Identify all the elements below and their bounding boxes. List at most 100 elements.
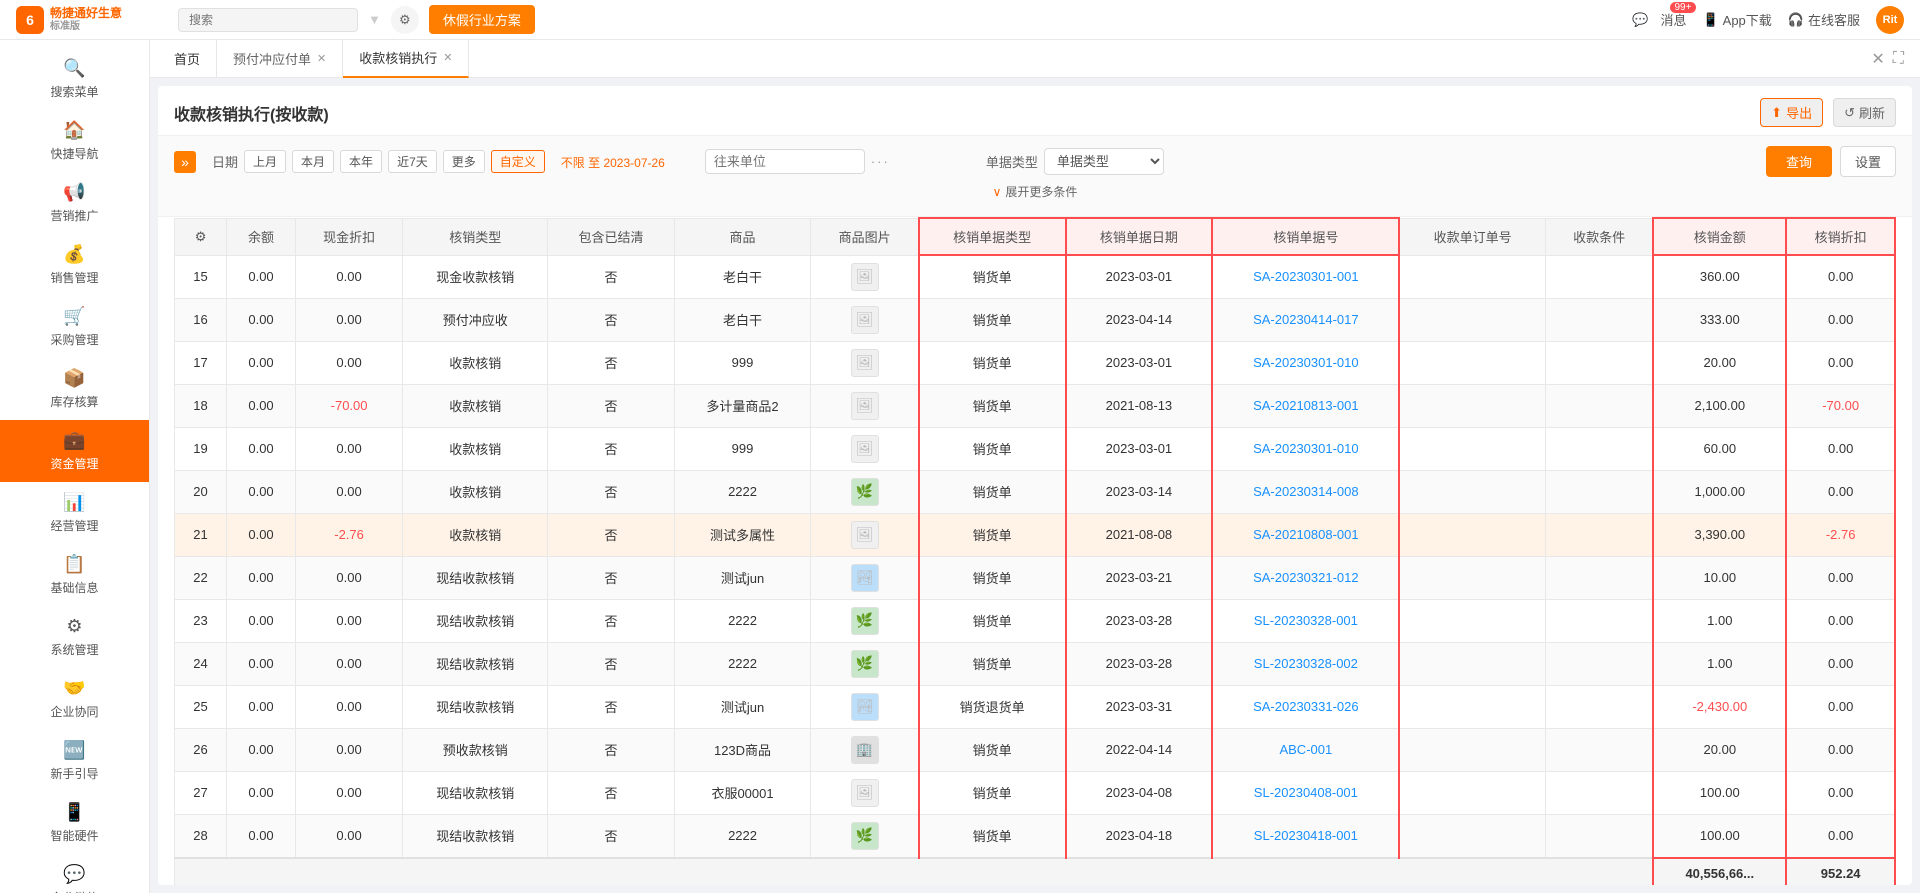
cell-bill-type: 销货单: [919, 427, 1066, 470]
sidebar-item-hardware[interactable]: 📱 智能硬件: [0, 792, 149, 854]
cell-goods-img: 🖼: [811, 427, 919, 470]
table-row: 26 0.00 0.00 预收款核销 否 123D商品 🏢 销货单 2022-0…: [175, 728, 1896, 771]
sidebar-item-base[interactable]: 📋 基础信息: [0, 544, 149, 606]
cell-writeoff-type: 预付冲应收: [403, 298, 548, 341]
sidebar-item-purchase[interactable]: 🛒 采购管理: [0, 296, 149, 358]
cell-cash-discount: 0.00: [296, 771, 403, 814]
gear-button[interactable]: ⚙: [391, 6, 419, 34]
cell-balance: 0.00: [227, 384, 296, 427]
close-window-icon[interactable]: ✕: [1871, 49, 1884, 69]
sidebar-item-wechat[interactable]: 💬 企业微信: [0, 854, 149, 893]
date-btn-last-month[interactable]: 上月: [244, 150, 286, 173]
sidebar-icon-purchase: 🛒: [63, 306, 85, 327]
sidebar-icon-search: 🔍: [63, 58, 85, 79]
goods-img: 🖼: [851, 435, 879, 463]
cell-cash-discount: -70.00: [296, 384, 403, 427]
cell-bill-no: SA-20210808-001: [1212, 513, 1399, 556]
sidebar-item-marketing[interactable]: 📢 营销推广: [0, 172, 149, 234]
bill-no-link[interactable]: SA-20230314-008: [1253, 484, 1359, 499]
cell-bill-date: 2023-03-01: [1066, 427, 1213, 470]
sidebar-label-inventory: 库存核算: [50, 393, 98, 410]
cell-bill-type: 销货单: [919, 384, 1066, 427]
sidebar-item-guide[interactable]: 🆕 新手引导: [0, 730, 149, 792]
app-download-link[interactable]: 📱 App下载: [1702, 10, 1771, 29]
cell-bill-type: 销货单: [919, 255, 1066, 298]
receipt-tab-close[interactable]: ✕: [443, 51, 452, 64]
bill-no-link[interactable]: SL-20230328-002: [1254, 656, 1358, 671]
tab-receipt[interactable]: 收款核销执行 ✕: [343, 40, 469, 78]
date-btn-this-year[interactable]: 本年: [340, 150, 382, 173]
bill-no-link[interactable]: SL-20230408-001: [1254, 785, 1358, 800]
sidebar-item-inventory[interactable]: 📦 库存核算: [0, 358, 149, 420]
footer-empty: [175, 858, 1654, 886]
sidebar-item-search[interactable]: 🔍 搜索菜单: [0, 48, 149, 110]
expand-more-btn[interactable]: ∨ 展开更多条件: [174, 183, 1896, 200]
receipt-tab-label: 收款核销执行: [359, 48, 437, 67]
export-button[interactable]: ⬆ 导出: [1760, 98, 1823, 127]
page-header-actions: ⬆ 导出 ↺ 刷新: [1760, 98, 1896, 127]
query-button[interactable]: 查询: [1766, 146, 1832, 177]
sidebar-item-system[interactable]: ⚙ 系统管理: [0, 606, 149, 668]
bill-no-link[interactable]: SA-20230331-026: [1253, 699, 1359, 714]
bill-no-link[interactable]: SA-20210813-001: [1253, 398, 1359, 413]
sidebar-item-operations[interactable]: 📊 经营管理: [0, 482, 149, 544]
nav-dropdown[interactable]: ▼: [368, 12, 381, 27]
filter-expand-btn[interactable]: »: [174, 151, 196, 173]
settings-button[interactable]: 设置: [1840, 146, 1896, 177]
bill-no-link[interactable]: SL-20230328-001: [1254, 613, 1358, 628]
cell-receipt-condition: [1545, 384, 1653, 427]
cell-bill-no: SL-20230328-001: [1212, 599, 1399, 642]
cell-bill-no: SA-20230301-001: [1212, 255, 1399, 298]
sidebar-item-enterprise[interactable]: 🤝 企业协同: [0, 668, 149, 730]
expand-window-icon[interactable]: ⛶: [1893, 50, 1904, 68]
cell-receipt-order-no: [1399, 427, 1545, 470]
date-btn-more[interactable]: 更多: [443, 150, 485, 173]
date-btn-7days[interactable]: 近7天: [388, 150, 437, 173]
cell-no: 24: [175, 642, 227, 685]
sidebar-item-quick-nav[interactable]: 🏠 快捷导航: [0, 110, 149, 172]
cell-writeoff-amount: 2,100.00: [1653, 384, 1786, 427]
bill-no-link[interactable]: SA-20230414-017: [1253, 312, 1359, 327]
tab-home[interactable]: 首页: [158, 40, 217, 78]
cell-cash-discount: 0.00: [296, 427, 403, 470]
th-settings[interactable]: ⚙: [175, 218, 227, 255]
online-service-link[interactable]: 🎧 在线客服: [1788, 10, 1860, 29]
partner-input[interactable]: [705, 149, 865, 174]
cell-goods-img: 🖼: [811, 298, 919, 341]
bill-no-link[interactable]: SA-20230301-010: [1253, 355, 1359, 370]
sidebar-item-sales[interactable]: 💰 销售管理: [0, 234, 149, 296]
table-row: 21 0.00 -2.76 收款核销 否 测试多属性 🖼 销货单 2021-08…: [175, 513, 1896, 556]
messages-icon-wrapper[interactable]: 💬 99+ 消息: [1632, 10, 1686, 29]
bill-no-link[interactable]: SA-20230301-010: [1253, 441, 1359, 456]
sidebar-icon-marketing: 📢: [63, 182, 85, 203]
date-btn-this-month[interactable]: 本月: [292, 150, 334, 173]
user-avatar[interactable]: Rit: [1876, 6, 1904, 34]
advance-tab-close[interactable]: ✕: [317, 52, 326, 65]
bill-no-link[interactable]: SA-20230301-001: [1253, 269, 1359, 284]
bill-type-select[interactable]: 单据类型: [1044, 148, 1164, 175]
table-row: 28 0.00 0.00 现结收款核销 否 2222 🌿 销货单 2023-04…: [175, 814, 1896, 858]
cell-bill-date: 2023-03-28: [1066, 599, 1213, 642]
cell-include-cleared: 否: [548, 470, 674, 513]
refresh-button[interactable]: ↺ 刷新: [1833, 98, 1896, 127]
bill-no-link[interactable]: ABC-001: [1279, 742, 1332, 757]
cell-cash-discount: 0.00: [296, 298, 403, 341]
bill-no-link[interactable]: SA-20210808-001: [1253, 527, 1359, 542]
cell-writeoff-amount: 360.00: [1653, 255, 1786, 298]
filter-action-btns: 查询 设置: [1766, 146, 1896, 177]
cell-include-cleared: 否: [548, 427, 674, 470]
bill-no-link[interactable]: SL-20230418-001: [1254, 828, 1358, 843]
search-input[interactable]: [178, 8, 358, 32]
date-btn-custom[interactable]: 自定义: [491, 150, 545, 173]
bill-no-link[interactable]: SA-20230321-012: [1253, 570, 1359, 585]
table-row: 27 0.00 0.00 现结收款核销 否 衣服00001 🖼 销货单 2023…: [175, 771, 1896, 814]
solution-button[interactable]: 休假行业方案: [429, 5, 535, 34]
tab-advance[interactable]: 预付冲应付单 ✕: [217, 40, 343, 78]
app-logo: 6 畅捷通好生意 标准版: [16, 6, 166, 34]
cell-bill-date: 2023-03-28: [1066, 642, 1213, 685]
cell-bill-type: 销货单: [919, 341, 1066, 384]
cell-goods-img: 🏞: [811, 685, 919, 728]
th-receipt-condition: 收款条件: [1545, 218, 1653, 255]
sidebar-item-finance[interactable]: 💼 资金管理: [0, 420, 149, 482]
cell-bill-no: SL-20230408-001: [1212, 771, 1399, 814]
